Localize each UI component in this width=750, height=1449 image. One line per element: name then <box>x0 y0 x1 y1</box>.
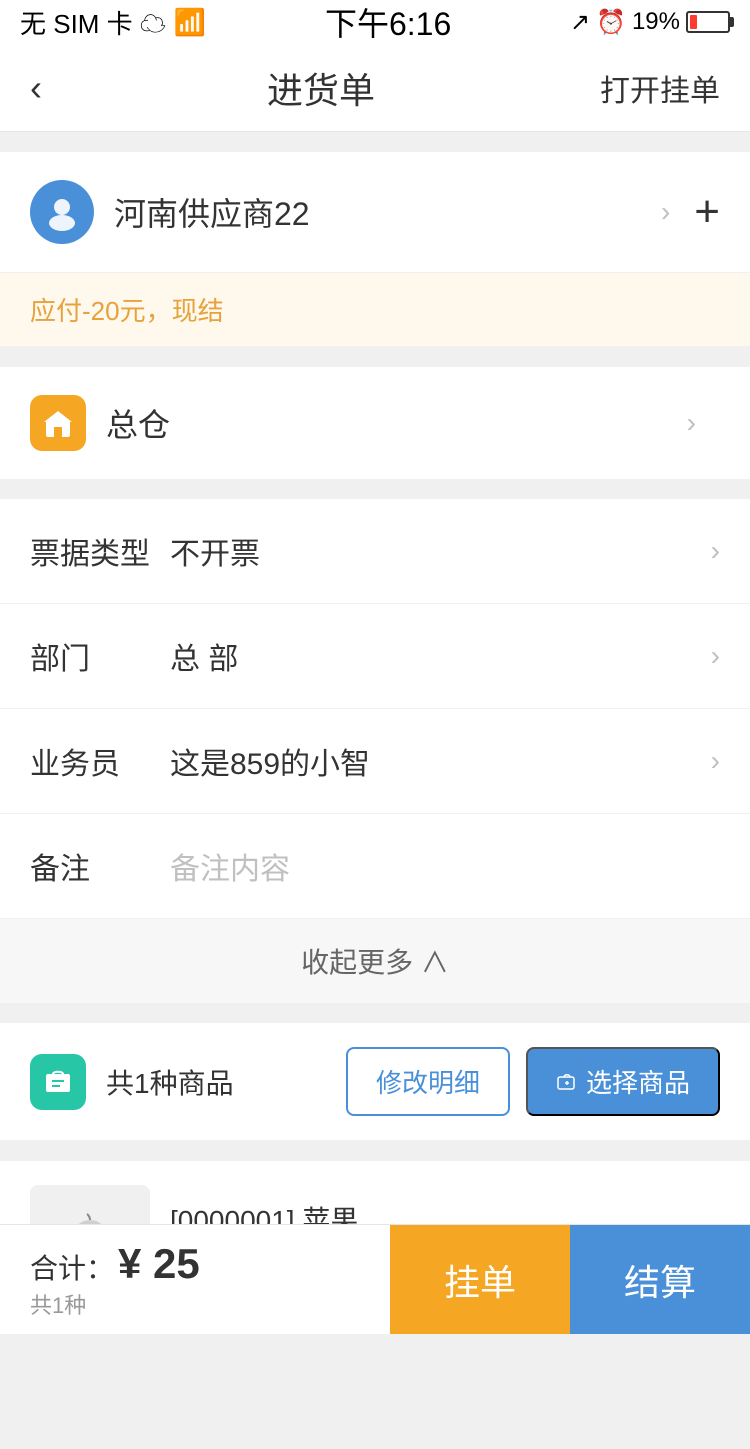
invoice-value: 不开票 <box>170 529 711 573</box>
nav-bar: ‹ 进货单 打开挂单 <box>0 44 750 132</box>
supplier-name: 河南供应商22 <box>114 189 661 235</box>
supplier-avatar <box>30 180 94 244</box>
invoice-label: 票据类型 <box>30 529 170 573</box>
select-product-button[interactable]: 选择商品 <box>526 1047 720 1116</box>
checkout-button[interactable]: 结算 <box>570 1225 750 1334</box>
invoice-chevron-icon: › <box>711 535 720 567</box>
alarm-icon: ⏰ <box>596 8 626 37</box>
supplier-row[interactable]: 河南供应商22 › + <box>0 152 750 273</box>
add-button[interactable]: + <box>694 190 720 234</box>
gap1 <box>0 132 750 152</box>
warehouse-card[interactable]: 总仓 › <box>0 367 750 479</box>
total-amount: ¥ 25 <box>118 1240 200 1288</box>
warehouse-name: 总仓 <box>106 400 687 446</box>
status-right: ↗ ⏰ 19% <box>570 8 730 37</box>
dept-row[interactable]: 部门 总 部 › <box>0 604 750 709</box>
status-left: 无 SIM 卡 ☁ 📶 <box>20 4 206 41</box>
gap2 <box>0 347 750 367</box>
sim-status: 无 SIM 卡 ☁ <box>20 4 166 41</box>
total-count: 共1种 <box>30 1288 360 1320</box>
open-hold-button[interactable]: 打开挂单 <box>600 66 720 110</box>
remark-row[interactable]: 备注 备注内容 <box>0 814 750 919</box>
form-section: 票据类型 不开票 › 部门 总 部 › 业务员 这是859的小智 › 备注 备注… <box>0 499 750 919</box>
sales-value: 这是859的小智 <box>170 739 711 783</box>
edit-detail-button[interactable]: 修改明细 <box>346 1047 510 1116</box>
back-button[interactable]: ‹ <box>30 67 42 109</box>
status-bar: 无 SIM 卡 ☁ 📶 下午6:16 ↗ ⏰ 19% <box>0 0 750 44</box>
supplier-chevron-icon: › <box>661 196 670 228</box>
dept-label: 部门 <box>30 634 170 678</box>
collapse-toggle[interactable]: 收起更多 ∧ <box>0 919 750 1003</box>
gap3 <box>0 479 750 499</box>
dept-value: 总 部 <box>170 634 711 678</box>
wifi-icon: 📶 <box>174 7 206 38</box>
sales-row[interactable]: 业务员 这是859的小智 › <box>0 709 750 814</box>
warehouse-chevron-icon: › <box>687 407 696 439</box>
battery-icon <box>686 11 730 33</box>
supplier-card: 河南供应商22 › + 应付-20元，现结 <box>0 152 750 347</box>
warning-bar: 应付-20元，现结 <box>0 273 750 347</box>
warehouse-icon <box>30 395 86 451</box>
total-section: 合计： ¥ 25 共1种 <box>0 1225 390 1334</box>
remark-input[interactable]: 备注内容 <box>170 844 720 888</box>
dept-chevron-icon: › <box>711 640 720 672</box>
sales-chevron-icon: › <box>711 745 720 777</box>
select-product-label: 选择商品 <box>586 1063 690 1100</box>
products-count: 共1种商品 <box>106 1062 346 1102</box>
location-icon: ↗ <box>570 8 590 37</box>
warehouse-row[interactable]: 总仓 › <box>0 367 750 479</box>
products-section: 共1种商品 修改明细 选择商品 <box>0 1023 750 1141</box>
cart-icon <box>556 1071 578 1093</box>
battery-percent: 19% <box>632 8 680 36</box>
status-time: 下午6:16 <box>325 0 451 45</box>
sales-label: 业务员 <box>30 739 170 783</box>
bottom-spacer <box>0 1329 750 1449</box>
remark-label: 备注 <box>30 844 170 888</box>
total-label: 合计： <box>30 1247 114 1287</box>
gap4 <box>0 1003 750 1023</box>
products-header: 共1种商品 修改明细 选择商品 <box>0 1023 750 1141</box>
bottom-bar: 合计： ¥ 25 共1种 挂单 结算 <box>0 1224 750 1334</box>
invoice-row[interactable]: 票据类型 不开票 › <box>0 499 750 604</box>
products-icon <box>30 1054 86 1110</box>
hold-button[interactable]: 挂单 <box>390 1225 570 1334</box>
page-title: 进货单 <box>267 62 375 114</box>
